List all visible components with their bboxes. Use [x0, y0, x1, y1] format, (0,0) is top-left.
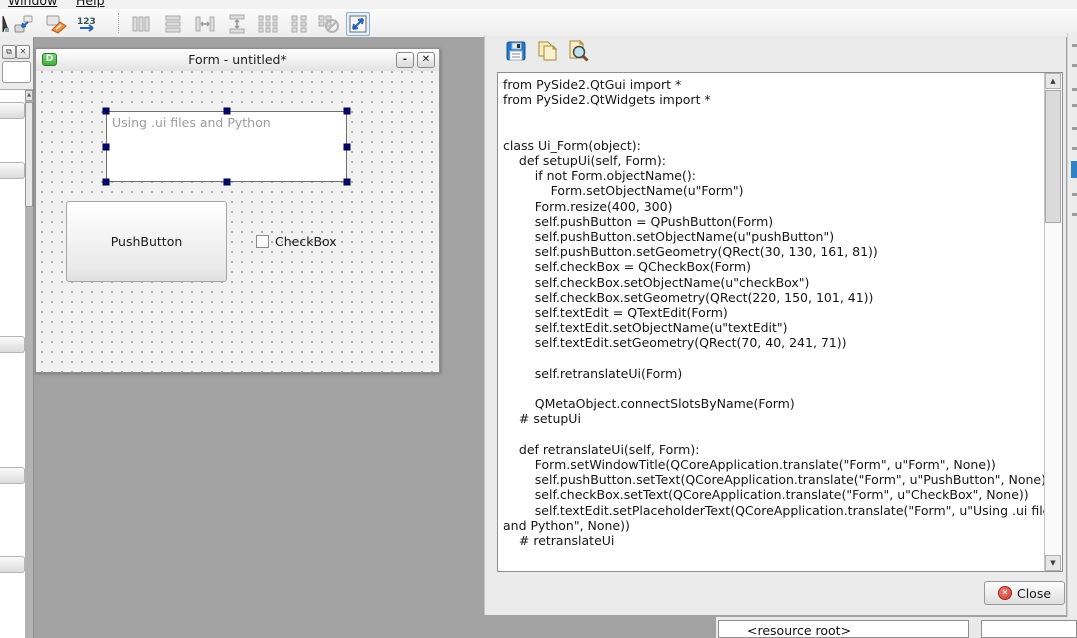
resource-browser-panel: <resource root>	[716, 617, 1077, 638]
adjust-size-icon[interactable]	[346, 12, 370, 36]
scrollbar-thumb[interactable]	[25, 102, 33, 207]
edit-signals-slots-icon[interactable]	[12, 12, 36, 36]
close-icon: ✕	[998, 586, 1012, 600]
widget-filter-input[interactable]	[2, 61, 31, 83]
checkbox-indicator[interactable]	[256, 235, 269, 248]
form-editor-window: D Form - untitled* - ✕ Using .ui files a…	[35, 48, 440, 373]
copy-icon[interactable]	[534, 38, 560, 64]
menu-window[interactable]: Window	[8, 0, 57, 8]
checkbox-widget[interactable]: CheckBox	[256, 221, 357, 262]
edit-widgets-icon[interactable]	[0, 12, 12, 36]
menu-help[interactable]: Help	[76, 0, 105, 8]
widget-category[interactable]	[0, 162, 25, 179]
float-icon[interactable]: ⧉	[2, 45, 16, 59]
close-dialog-button[interactable]: ✕ Close	[984, 581, 1065, 605]
break-layout-icon[interactable]	[317, 12, 341, 36]
find-icon[interactable]	[565, 38, 591, 64]
save-icon[interactable]	[503, 38, 529, 64]
scroll-up-icon[interactable]: ▲	[1045, 73, 1061, 89]
widget-box-scrollbar[interactable]: ▲	[25, 90, 33, 638]
minimize-button[interactable]: -	[396, 52, 414, 68]
menu-bar: Window Help	[0, 0, 1077, 9]
resource-preview-pane[interactable]	[981, 620, 1077, 638]
form-window-titlebar[interactable]: D Form - untitled* - ✕	[36, 49, 439, 72]
property-editor-sliver	[1067, 33, 1077, 617]
selection-handle-top-center[interactable]	[224, 108, 231, 115]
widget-box-list: ▲	[0, 89, 33, 638]
selection-handle-bottom-center[interactable]	[224, 179, 231, 186]
selected-property-row[interactable]	[1071, 161, 1077, 178]
code-preview-dialog: from PySide2.QtGui import * from PySide2…	[484, 36, 1066, 615]
pushbutton-widget[interactable]: PushButton	[66, 201, 227, 282]
edit-buddies-icon[interactable]	[45, 12, 69, 36]
close-button-label: Close	[1017, 586, 1051, 601]
main-toolbar: 123	[0, 9, 1077, 38]
widget-category[interactable]	[0, 556, 25, 573]
layout-grid-icon[interactable]	[256, 12, 280, 36]
scroll-up-icon[interactable]: ▲	[25, 90, 33, 101]
close-icon[interactable]: ✕	[16, 45, 30, 59]
selection-handle-mid-left[interactable]	[103, 144, 110, 151]
widget-box-panel: ⧉ ✕ ▲	[0, 37, 34, 638]
edit-tab-order-icon[interactable]: 123	[76, 12, 100, 36]
selection-handle-top-right[interactable]	[344, 108, 351, 115]
form-canvas[interactable]: Using .ui files and Python PushButton Ch…	[36, 71, 439, 372]
selection-handle-mid-right[interactable]	[344, 144, 351, 151]
selection-handle-bottom-right[interactable]	[344, 179, 351, 186]
widget-category[interactable]	[0, 467, 25, 484]
svg-text:123: 123	[77, 17, 96, 27]
textedit-widget[interactable]: Using .ui files and Python	[106, 111, 347, 182]
selection-handle-top-left[interactable]	[103, 108, 110, 115]
close-button[interactable]: ✕	[417, 52, 435, 68]
widget-category[interactable]	[0, 102, 25, 119]
generated-code-view[interactable]: from PySide2.QtGui import * from PySide2…	[497, 72, 1063, 572]
scroll-down-icon[interactable]: ▼	[1045, 555, 1061, 571]
code-scrollbar[interactable]: ▲ ▼	[1044, 73, 1062, 571]
layout-vertical-splitter-icon[interactable]	[225, 12, 249, 36]
layout-vertically-icon[interactable]	[161, 12, 185, 36]
scrollbar-thumb[interactable]	[1045, 90, 1061, 223]
checkbox-label: CheckBox	[275, 234, 337, 249]
textedit-placeholder: Using .ui files and Python	[112, 115, 271, 130]
widget-category[interactable]	[0, 336, 25, 353]
resource-tree[interactable]: <resource root>	[718, 620, 969, 638]
layout-horizontal-splitter-icon[interactable]	[193, 12, 217, 36]
layout-horizontally-icon[interactable]	[129, 12, 153, 36]
resource-root-item[interactable]: <resource root>	[747, 623, 851, 638]
form-window-title: Form - untitled*	[36, 52, 439, 67]
toolbar-separator	[118, 13, 119, 33]
python-code-text: from PySide2.QtGui import * from PySide2…	[503, 77, 1042, 548]
selection-handle-bottom-left[interactable]	[103, 179, 110, 186]
qt-designer-screen: { "menubar": { "items": [ {"label": "Win…	[0, 0, 1077, 638]
layout-form-icon[interactable]	[288, 12, 312, 36]
